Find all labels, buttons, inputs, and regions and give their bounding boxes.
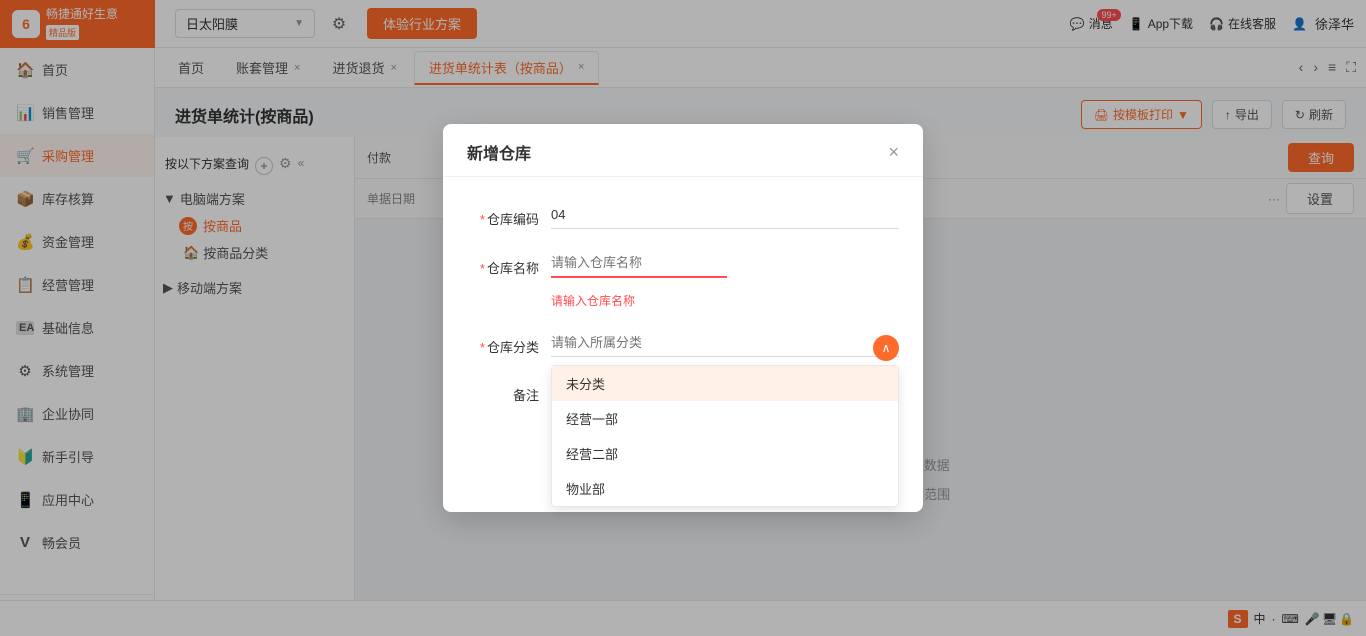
dropdown-item-dept3[interactable]: 物业部 bbox=[552, 471, 898, 506]
warehouse-name-error: 请输入仓库名称 bbox=[551, 292, 635, 309]
warehouse-category-input[interactable] bbox=[551, 329, 899, 357]
modal-close-button[interactable]: × bbox=[888, 142, 899, 163]
warehouse-code-row: 仓库编码 bbox=[467, 201, 899, 229]
dropdown-item-dept2[interactable]: 经营二部 bbox=[552, 436, 898, 471]
warehouse-code-input[interactable] bbox=[551, 201, 899, 229]
modal-title: 新增仓库 bbox=[467, 140, 531, 164]
warehouse-name-input[interactable] bbox=[551, 249, 727, 278]
category-dropdown-toggle[interactable]: ∧ bbox=[873, 335, 899, 361]
dropdown-item-dept1[interactable]: 经营一部 bbox=[552, 401, 898, 436]
warehouse-name-row: 仓库名称 请输入仓库名称 bbox=[467, 249, 899, 309]
dropdown-item-uncategorized[interactable]: 未分类 bbox=[552, 366, 898, 401]
warehouse-code-label: 仓库编码 bbox=[467, 201, 539, 228]
modal-header: 新增仓库 × bbox=[443, 124, 923, 177]
new-warehouse-modal: 新增仓库 × 仓库编码 仓库名称 请输入仓库名称 仓库分类 bbox=[443, 124, 923, 512]
warehouse-note-label: 备注 bbox=[467, 377, 539, 404]
modal-body: 仓库编码 仓库名称 请输入仓库名称 仓库分类 ∧ 未分类 bbox=[443, 177, 923, 449]
warehouse-category-label: 仓库分类 bbox=[467, 329, 539, 356]
modal-overlay: 新增仓库 × 仓库编码 仓库名称 请输入仓库名称 仓库分类 bbox=[0, 0, 1366, 636]
category-dropdown-list: 未分类 经营一部 经营二部 物业部 bbox=[551, 365, 899, 507]
warehouse-category-select-wrap: ∧ 未分类 经营一部 经营二部 物业部 bbox=[551, 329, 899, 357]
warehouse-category-row: 仓库分类 ∧ 未分类 经营一部 经营二部 物业部 bbox=[467, 329, 899, 357]
warehouse-name-label: 仓库名称 bbox=[467, 250, 539, 277]
